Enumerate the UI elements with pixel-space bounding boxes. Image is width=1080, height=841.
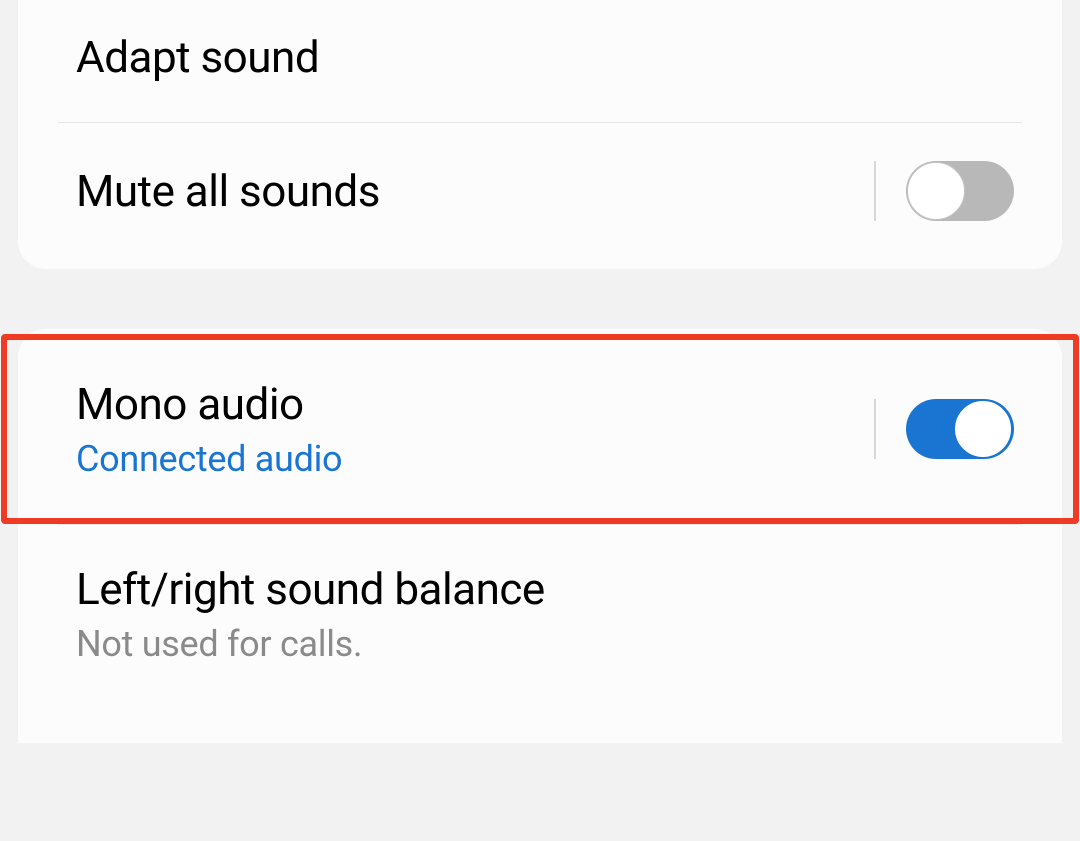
row-content: Left/right sound balance Not used for ca… (76, 563, 1014, 665)
toggle-wrap (874, 399, 1014, 459)
toggle-knob (954, 400, 1012, 458)
sound-balance-row[interactable]: Left/right sound balance Not used for ca… (18, 525, 1062, 703)
sound-balance-title: Left/right sound balance (76, 563, 1014, 615)
toggle-wrap (874, 161, 1014, 221)
adapt-sound-title: Adapt sound (76, 31, 1014, 83)
row-content: Mute all sounds (76, 165, 874, 217)
highlight-box: Mono audio Connected audio (1, 334, 1079, 524)
mono-audio-subtitle: Connected audio (76, 438, 874, 480)
mono-audio-row[interactable]: Mono audio Connected audio (7, 340, 1073, 518)
row-content: Adapt sound (76, 31, 1014, 83)
vertical-divider (874, 399, 876, 459)
settings-section-bottom: Mono audio Connected audio Left/right so… (18, 329, 1062, 743)
sound-balance-subtitle: Not used for calls. (76, 623, 1014, 665)
mute-all-sounds-toggle[interactable] (906, 161, 1014, 221)
row-content: Mono audio Connected audio (76, 378, 874, 480)
mono-audio-toggle[interactable] (906, 399, 1014, 459)
settings-section-top: Adapt sound Mute all sounds (18, 0, 1062, 269)
vertical-divider (874, 161, 876, 221)
mute-all-sounds-row[interactable]: Mute all sounds (18, 123, 1062, 259)
toggle-knob (907, 162, 965, 220)
mono-audio-title: Mono audio (76, 378, 874, 430)
adapt-sound-row[interactable]: Adapt sound (18, 0, 1062, 122)
mute-all-sounds-title: Mute all sounds (76, 165, 874, 217)
